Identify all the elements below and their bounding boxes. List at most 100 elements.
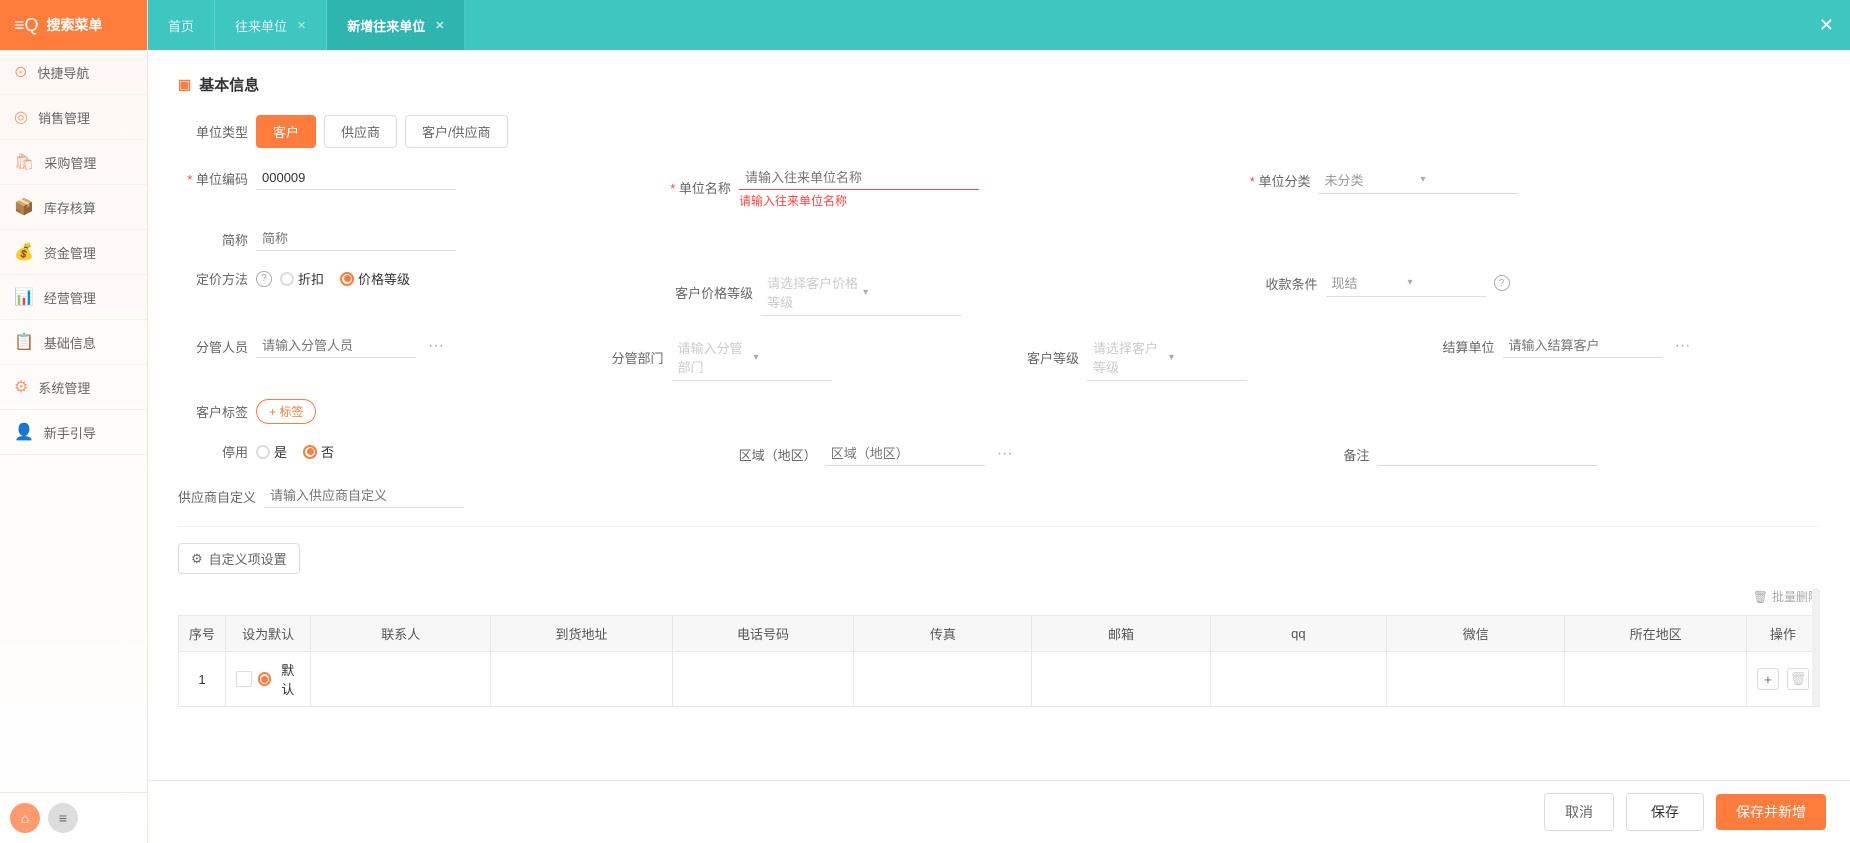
remark-input[interactable] (1377, 442, 1597, 466)
sidebar-item-quick-nav[interactable]: ⊙ 快捷导航 (0, 50, 147, 95)
tab-partners-close[interactable]: ✕ (297, 19, 306, 32)
payment-select[interactable]: 现结 ▾ (1326, 269, 1486, 297)
add-row-button[interactable]: + (1757, 668, 1779, 690)
unit-name-label: 单位名称 (661, 178, 731, 197)
qq-input[interactable] (1221, 672, 1377, 687)
dept-select[interactable]: 请输入分管部门 ▾ (672, 334, 832, 381)
disabled-yes-label: 是 (274, 442, 287, 461)
cancel-button[interactable]: 取消 (1544, 793, 1614, 831)
cell-email[interactable] (1032, 652, 1210, 707)
disabled-label: 停用 (178, 442, 248, 461)
customer-level-label: 客户等级 (1009, 348, 1079, 367)
save-new-button[interactable]: 保存并新增 (1716, 794, 1826, 830)
cell-qq[interactable] (1210, 652, 1387, 707)
region-more-icon[interactable]: ··· (993, 445, 1017, 463)
settlement-input[interactable] (1503, 334, 1663, 358)
code-name-row: 单位编码 单位名称 请输入往来单位名称 单位分类 未分类 ▾ (178, 166, 1820, 209)
manager-field: 分管人员 ··· (178, 334, 574, 358)
phone-input[interactable] (683, 672, 844, 687)
fax-input[interactable] (864, 672, 1021, 687)
pricing-discount-radio[interactable]: 折扣 (280, 269, 324, 288)
scrollbar[interactable] (1812, 588, 1820, 707)
unit-category-label: 单位分类 (1240, 171, 1310, 190)
col-address: 到货地址 (491, 616, 673, 652)
sidebar-home-button[interactable]: ⌂ (10, 803, 40, 833)
contact-input[interactable] (321, 672, 480, 687)
pricing-level-circle (340, 272, 354, 286)
delete-row-button[interactable]: 🗑 (1787, 668, 1809, 690)
row-default-radio[interactable]: 默认 (258, 660, 301, 698)
pricing-discount-circle (280, 272, 294, 286)
manager-input[interactable] (256, 334, 416, 358)
unit-category-select[interactable]: 未分类 ▾ (1318, 166, 1518, 194)
settings-icon: ⚙ (191, 551, 203, 567)
unit-type-group: 客户 供应商 客户/供应商 (256, 115, 508, 148)
sidebar-item-system[interactable]: ⚙ 系统管理 (0, 365, 147, 410)
unit-name-input[interactable] (739, 166, 979, 190)
pricing-level-radio[interactable]: 价格等级 (340, 269, 410, 288)
supplier-custom-input[interactable] (264, 484, 464, 508)
price-level-placeholder: 请选择客户价格等级 (767, 273, 859, 311)
cell-region[interactable] (1565, 652, 1747, 707)
cell-contact[interactable] (311, 652, 491, 707)
sidebar-item-inventory[interactable]: 📦 库存核算 (0, 185, 147, 230)
sidebar-footer: ⌂ ≡ (0, 792, 147, 843)
unit-code-input[interactable] (256, 166, 456, 190)
tab-partners[interactable]: 往来单位 ✕ (215, 0, 327, 50)
sidebar-item-sales[interactable]: ◎ 销售管理 (0, 95, 147, 140)
disabled-no-radio[interactable]: 否 (303, 442, 334, 461)
price-level-select[interactable]: 请选择客户价格等级 ▾ (761, 269, 961, 316)
sidebar-item-guide[interactable]: 👤 新手引导 (0, 410, 147, 455)
sidebar-item-finance[interactable]: 💰 资金管理 (0, 230, 147, 275)
row-checkbox[interactable] (236, 671, 252, 687)
sidebar-settings-button[interactable]: ≡ (48, 803, 78, 833)
region-table-input[interactable] (1575, 672, 1736, 687)
tab-home[interactable]: 首页 (148, 0, 215, 50)
pricing-level-label: 价格等级 (358, 269, 410, 288)
disabled-yes-radio[interactable]: 是 (256, 442, 287, 461)
inventory-icon: 📦 (14, 197, 34, 217)
unit-type-both-btn[interactable]: 客户/供应商 (405, 115, 508, 148)
add-tag-button[interactable]: + 标签 (256, 399, 316, 424)
remark-field: 备注 (1299, 442, 1820, 466)
sidebar-item-purchase[interactable]: 🛍 采购管理 (0, 140, 147, 185)
region-input[interactable] (825, 442, 985, 466)
tab-new-partner-close[interactable]: ✕ (435, 19, 444, 32)
batch-delete-button[interactable]: 🗑 批量删除 (1753, 588, 1820, 605)
manager-row: 分管人员 ··· 分管部门 请输入分管部门 ▾ 客户等级 请选择客户等级 ▾ 结… (178, 334, 1820, 381)
pricing-label: 定价方法 (178, 269, 248, 288)
cell-wechat[interactable] (1387, 652, 1565, 707)
settlement-more-icon[interactable]: ··· (1671, 337, 1695, 355)
category-arrow-icon: ▾ (1420, 174, 1512, 185)
save-button[interactable]: 保存 (1626, 793, 1704, 831)
email-input[interactable] (1042, 672, 1199, 687)
sidebar-item-basic[interactable]: 📋 基础信息 (0, 320, 147, 365)
unit-category-field: 单位分类 未分类 ▾ (1240, 166, 1820, 194)
disabled-no-label: 否 (321, 442, 334, 461)
wechat-input[interactable] (1397, 672, 1554, 687)
cell-fax[interactable] (854, 652, 1032, 707)
manager-more-icon[interactable]: ··· (424, 337, 448, 355)
search-menu-button[interactable]: ≡Q 搜索菜单 (0, 0, 147, 50)
sidebar-item-label: 新手引导 (44, 423, 96, 442)
col-fax: 传真 (854, 616, 1032, 652)
unit-name-wrap: 请输入往来单位名称 (739, 166, 979, 209)
search-icon: ≡Q (14, 15, 39, 36)
alias-input[interactable] (256, 227, 456, 251)
sidebar-item-operations[interactable]: 📊 经营管理 (0, 275, 147, 320)
cell-phone[interactable] (672, 652, 854, 707)
custom-settings-button[interactable]: ⚙ 自定义项设置 (178, 543, 300, 574)
tab-new-partner[interactable]: 新增往来单位 ✕ (327, 0, 465, 50)
cell-address[interactable] (491, 652, 673, 707)
pricing-help-icon[interactable]: ? (256, 271, 272, 287)
pricing-discount-label: 折扣 (298, 269, 324, 288)
table-row: 1 默认 (179, 652, 1820, 707)
cell-default: 默认 (226, 652, 311, 707)
dept-field: 分管部门 请输入分管部门 ▾ (594, 334, 990, 381)
address-input[interactable] (501, 672, 662, 687)
customer-level-select[interactable]: 请选择客户等级 ▾ (1087, 334, 1247, 381)
unit-type-customer-btn[interactable]: 客户 (256, 115, 316, 148)
unit-type-supplier-btn[interactable]: 供应商 (324, 115, 397, 148)
payment-help-icon[interactable]: ? (1494, 275, 1510, 291)
close-all-tabs[interactable]: ✕ (1803, 0, 1850, 50)
